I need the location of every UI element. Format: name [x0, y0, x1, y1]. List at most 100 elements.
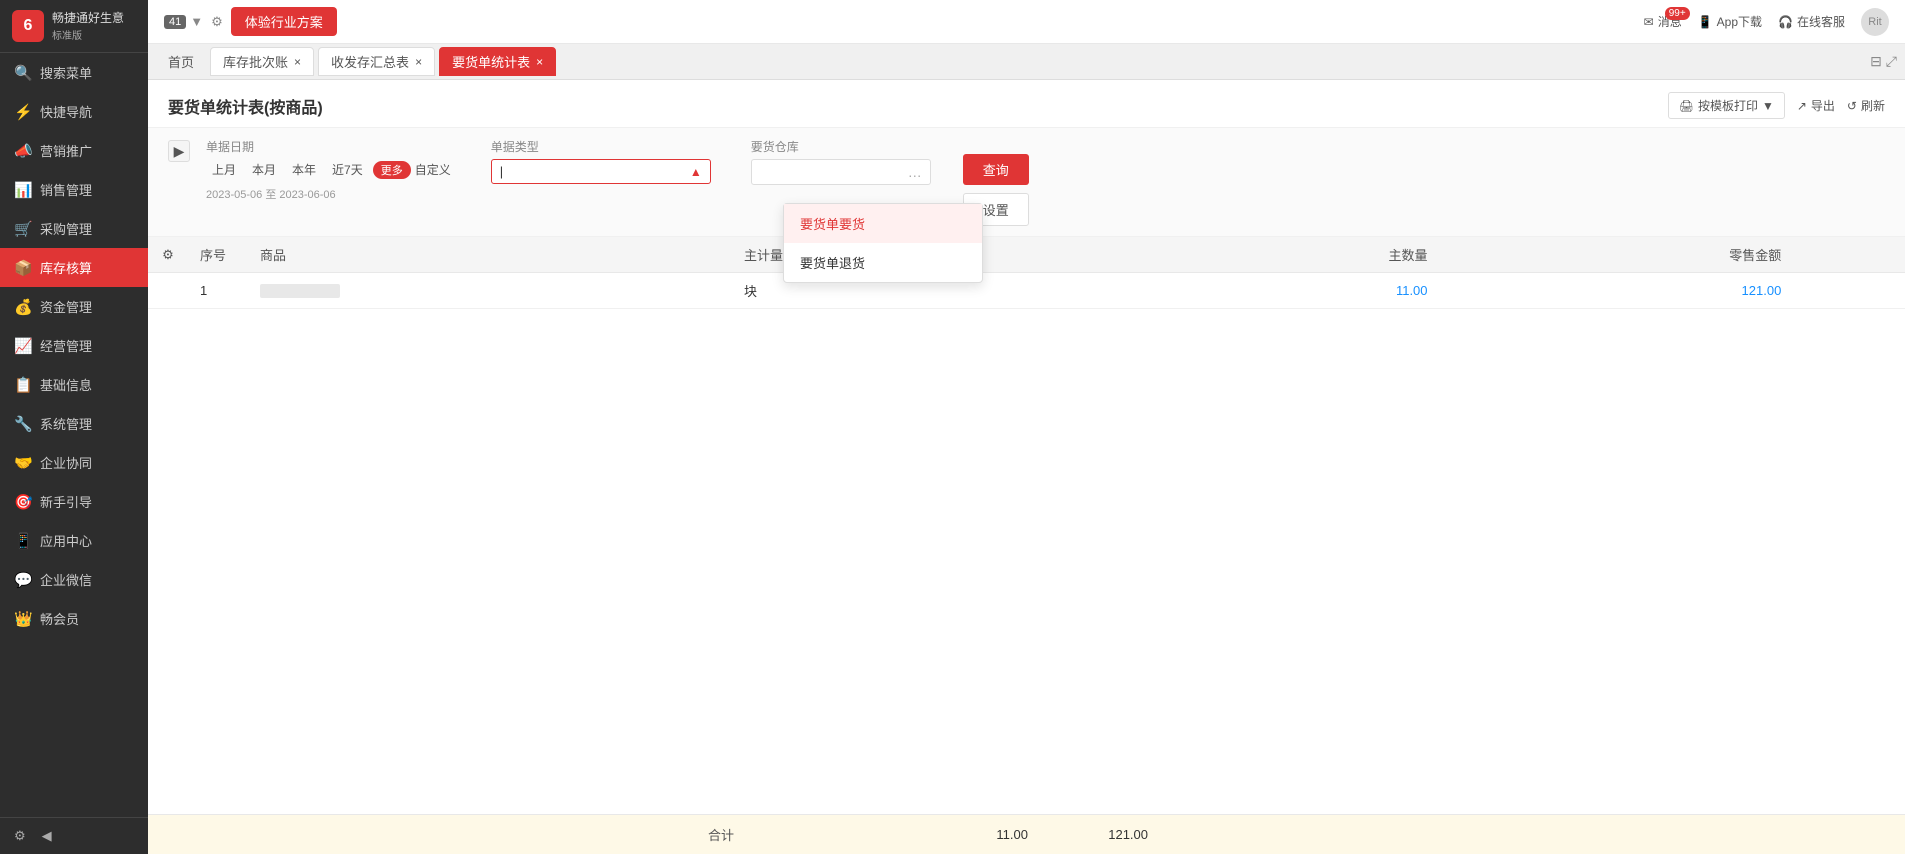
sidebar-settings-icon[interactable]: ⚙: [14, 828, 26, 844]
type-filter-label: 单据类型: [491, 138, 711, 155]
tab-restore-button[interactable]: ⊟: [1870, 53, 1882, 70]
row-product-cell: [248, 273, 732, 309]
tab-fullscreen-button[interactable]: ⤢: [1886, 53, 1897, 70]
sidebar-item-basics[interactable]: 📋 基础信息: [0, 365, 148, 404]
shortcut-more[interactable]: 更多: [373, 161, 411, 179]
table-row: 1 块 11.00 121.00: [148, 273, 1905, 309]
sidebar-item-label: 营销推广: [40, 141, 92, 160]
sidebar-item-label: 采购管理: [40, 219, 92, 238]
sidebar-item-system[interactable]: 🔧 系统管理: [0, 404, 148, 443]
sidebar-item-enterprise[interactable]: 🤝 企业协同: [0, 443, 148, 482]
type-dropdown: 要货单要货 要货单退货: [783, 203, 983, 283]
user-avatar[interactable]: Rit: [1861, 8, 1889, 36]
store-selector[interactable]: 41 ▼: [164, 14, 203, 29]
app-download-icon: 📱: [1698, 15, 1713, 29]
amount-link[interactable]: 121.00: [1742, 283, 1782, 298]
tab-inventory-batch[interactable]: 库存批次账 ×: [210, 47, 314, 76]
sidebar-item-app-center[interactable]: 📱 应用中心: [0, 521, 148, 560]
messages-button[interactable]: ✉ 消息 99+: [1644, 13, 1682, 30]
sidebar-item-search[interactable]: 🔍 搜索菜单: [0, 53, 148, 92]
refresh-icon: ↺: [1847, 99, 1857, 113]
sidebar-item-inventory[interactable]: 📦 库存核算: [0, 248, 148, 287]
sidebar: 6 畅捷通好生意 标准版 🔍 搜索菜单 ⚡ 快捷导航 📣 营销推广 📊 销售管理…: [0, 0, 148, 854]
shortcut-last-month[interactable]: 上月: [206, 159, 242, 180]
filter-expand-button[interactable]: ▶: [168, 140, 190, 162]
basics-icon: 📋: [14, 376, 32, 394]
sidebar-item-guide[interactable]: 🎯 新手引导: [0, 482, 148, 521]
topbar-left: 41 ▼ ⚙ 体验行业方案: [164, 7, 1632, 36]
table-col-index: 序号: [188, 237, 248, 273]
sidebar-navigation: 🔍 搜索菜单 ⚡ 快捷导航 📣 营销推广 📊 销售管理 🛒 采购管理 📦 库存核…: [0, 53, 148, 817]
date-filter-label: 单据日期: [206, 138, 451, 155]
inventory-icon: 📦: [14, 259, 32, 277]
row-amount-cell: 121.00: [1440, 273, 1794, 309]
page-title: 要货单统计表(按商品): [168, 94, 323, 118]
table-col-settings[interactable]: ⚙: [148, 237, 188, 273]
data-table: ⚙ 序号 商品 主计量单位 主数量 零售金额 1: [148, 237, 1905, 309]
print-dropdown-icon: ▼: [1762, 99, 1774, 113]
footer-total-amount: 121.00: [1048, 827, 1148, 842]
sidebar-item-purchase[interactable]: 🛒 采购管理: [0, 209, 148, 248]
sidebar-collapse-icon[interactable]: ◀: [42, 828, 52, 844]
tab-close-icon[interactable]: ×: [536, 55, 543, 69]
shortcut-custom[interactable]: 自定义: [415, 161, 451, 178]
footer-total-qty: 11.00: [928, 827, 1028, 842]
type-select[interactable]: | ▲: [491, 159, 711, 184]
row-index-cell: 1: [188, 273, 248, 309]
sidebar-item-label: 企业协同: [40, 453, 92, 472]
promo-button[interactable]: 体验行业方案: [231, 7, 337, 36]
sidebar-item-label: 基础信息: [40, 375, 92, 394]
sidebar-item-finance[interactable]: 💰 资金管理: [0, 287, 148, 326]
system-icon: 🔧: [14, 415, 32, 433]
store-dropdown-icon: ▼: [190, 14, 203, 29]
sidebar-item-label: 资金管理: [40, 297, 92, 316]
table-container: ⚙ 序号 商品 主计量单位 主数量 零售金额 1: [148, 237, 1905, 309]
dropdown-item-yh-return[interactable]: 要货单退货: [784, 243, 982, 282]
sidebar-item-label: 应用中心: [40, 531, 92, 550]
page-content: 要货单统计表(按商品) 🖨 按模板打印 ▼ ↗ 导出 ↺ 刷新 ▶: [148, 80, 1905, 854]
table-col-product: 商品: [248, 237, 732, 273]
tab-close-icon[interactable]: ×: [294, 55, 301, 69]
store-number: 41: [164, 15, 186, 29]
tab-order-summary[interactable]: 要货单统计表 ×: [439, 47, 556, 76]
message-icon: ✉: [1644, 15, 1654, 29]
shortcut-7days[interactable]: 近7天: [326, 159, 369, 180]
table-header-row: ⚙ 序号 商品 主计量单位 主数量 零售金额: [148, 237, 1905, 273]
warehouse-filter-label: 要货仓库: [751, 138, 931, 155]
query-button[interactable]: 查询: [963, 154, 1029, 185]
sidebar-item-member[interactable]: 👑 畅会员: [0, 599, 148, 638]
online-service-button[interactable]: 🎧 在线客服: [1778, 13, 1845, 30]
finance-icon: 💰: [14, 298, 32, 316]
tab-close-icon[interactable]: ×: [415, 55, 422, 69]
sidebar-item-marketing[interactable]: 📣 营销推广: [0, 131, 148, 170]
tab-home[interactable]: 首页: [156, 48, 206, 75]
topbar-gear-icon[interactable]: ⚙: [211, 14, 223, 30]
sidebar-item-wechat[interactable]: 💬 企业微信: [0, 560, 148, 599]
filter-bar: ▶ 单据日期 上月 本月 本年 近7天 更多 自定义 2023-05-06 至 …: [148, 128, 1905, 237]
export-button[interactable]: ↗ 导出: [1797, 97, 1835, 114]
print-button[interactable]: 🖨 按模板打印 ▼: [1668, 92, 1785, 119]
type-filter-group: 单据类型 | ▲: [491, 138, 711, 184]
export-icon: ↗: [1797, 99, 1807, 113]
sidebar-item-quick-nav[interactable]: ⚡ 快捷导航: [0, 92, 148, 131]
sidebar-item-label: 企业微信: [40, 570, 92, 589]
sidebar-item-label: 经营管理: [40, 336, 92, 355]
table-col-extra: [1793, 237, 1905, 273]
warehouse-input[interactable]: …: [751, 159, 931, 185]
row-extra-cell: [1793, 273, 1905, 309]
shortcut-this-month[interactable]: 本月: [246, 159, 282, 180]
qty-link[interactable]: 11.00: [1396, 283, 1428, 298]
refresh-button[interactable]: ↺ 刷新: [1847, 97, 1885, 114]
tab-receive-summary[interactable]: 收发存汇总表 ×: [318, 47, 435, 76]
row-qty-cell: 11.00: [1146, 273, 1439, 309]
sidebar-item-operations[interactable]: 📈 经营管理: [0, 326, 148, 365]
date-filter-group: 单据日期 上月 本月 本年 近7天 更多 自定义 2023-05-06 至 20…: [206, 138, 451, 202]
tab-actions: ⊟ ⤢: [1870, 53, 1897, 70]
sidebar-item-label: 系统管理: [40, 414, 92, 433]
page-header: 要货单统计表(按商品) 🖨 按模板打印 ▼ ↗ 导出 ↺ 刷新: [148, 80, 1905, 128]
dropdown-item-yh-order[interactable]: 要货单要货: [784, 204, 982, 243]
app-download-button[interactable]: 📱 App下载: [1698, 13, 1762, 30]
shortcut-this-year[interactable]: 本年: [286, 159, 322, 180]
sales-icon: 📊: [14, 181, 32, 199]
sidebar-item-sales[interactable]: 📊 销售管理: [0, 170, 148, 209]
